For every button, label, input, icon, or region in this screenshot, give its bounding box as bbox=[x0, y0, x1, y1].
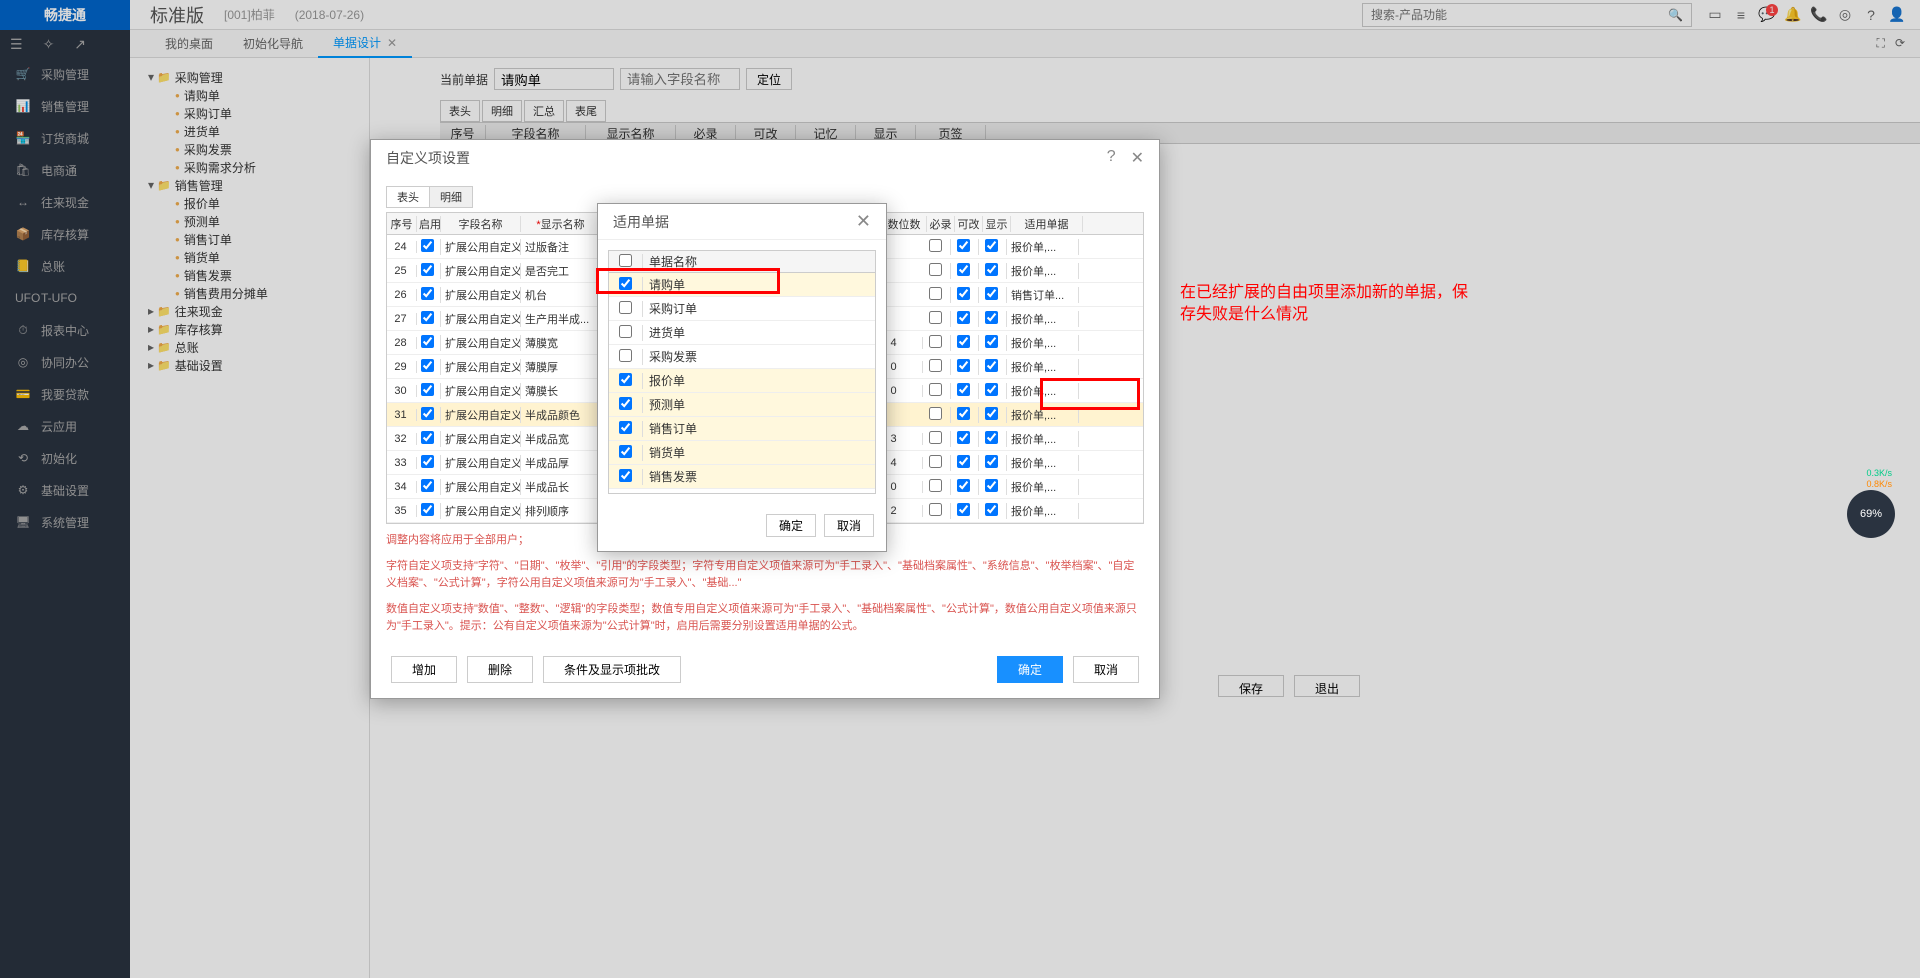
doc-name: 采购订单 bbox=[643, 300, 875, 317]
close-icon[interactable]: ✕ bbox=[856, 211, 871, 232]
table-column-header: 序号 bbox=[387, 216, 417, 232]
row-checkbox[interactable] bbox=[619, 349, 632, 362]
doc-name: 其他应收单 bbox=[643, 492, 875, 493]
modal1-title: 自定义项设置 bbox=[386, 148, 470, 168]
list-row[interactable]: 其他应收单 bbox=[609, 489, 875, 493]
list-row[interactable]: 采购订单 bbox=[609, 297, 875, 321]
list-row[interactable]: 销售订单 bbox=[609, 417, 875, 441]
row-checkbox[interactable] bbox=[619, 469, 632, 482]
mini-tab[interactable]: 明细 bbox=[429, 187, 472, 207]
doc-name: 采购发票 bbox=[643, 348, 875, 365]
table-column-header: 显示 bbox=[983, 216, 1011, 232]
row-checkbox[interactable] bbox=[619, 445, 632, 458]
checkbox-header[interactable] bbox=[609, 254, 643, 270]
doc-name: 预测单 bbox=[643, 396, 875, 413]
apply-doc-modal: 适用单据 ✕ 单据名称 请购单采购订单进货单采购发票报价单预测单销售订单销货单销… bbox=[597, 203, 887, 552]
mini-tab[interactable]: 表头 bbox=[387, 187, 429, 207]
list-row[interactable]: 请购单 bbox=[609, 273, 875, 297]
cancel-button[interactable]: 取消 bbox=[1073, 656, 1139, 683]
doc-name: 进货单 bbox=[643, 324, 875, 341]
tip-text-2: 字符自定义项支持"字符"、"日期"、"枚举"、"引用"的字段类型；字符专用自定义… bbox=[386, 558, 1144, 593]
list-row[interactable]: 报价单 bbox=[609, 369, 875, 393]
modal2-title: 适用单据 bbox=[613, 212, 669, 232]
table-column-header: 字段名称 bbox=[441, 216, 521, 232]
modal2-ok-button[interactable]: 确定 bbox=[766, 514, 816, 537]
row-checkbox[interactable] bbox=[619, 277, 632, 290]
row-checkbox[interactable] bbox=[619, 301, 632, 314]
monitor-speed: 0.3K/s0.8K/s bbox=[1866, 468, 1892, 490]
list-row[interactable]: 销货单 bbox=[609, 441, 875, 465]
table-column-header: *显示名称 bbox=[521, 216, 601, 232]
modal2-cancel-button[interactable]: 取消 bbox=[824, 514, 874, 537]
doc-name: 销售订单 bbox=[643, 420, 875, 437]
doc-name: 销售发票 bbox=[643, 468, 875, 485]
doc-name: 请购单 bbox=[643, 276, 875, 293]
condition-button[interactable]: 条件及显示项批改 bbox=[543, 656, 681, 683]
list-row[interactable]: 进货单 bbox=[609, 321, 875, 345]
close-icon[interactable]: ✕ bbox=[1131, 148, 1144, 168]
list-row[interactable]: 采购发票 bbox=[609, 345, 875, 369]
row-checkbox[interactable] bbox=[619, 373, 632, 386]
monitor-widget[interactable]: 69% bbox=[1847, 490, 1895, 538]
add-button[interactable]: 增加 bbox=[391, 656, 457, 683]
row-checkbox[interactable] bbox=[619, 397, 632, 410]
row-checkbox[interactable] bbox=[619, 421, 632, 434]
row-checkbox[interactable] bbox=[619, 493, 632, 494]
doc-name: 报价单 bbox=[643, 372, 875, 389]
doc-name: 销货单 bbox=[643, 444, 875, 461]
table-column-header: 必录 bbox=[927, 216, 955, 232]
tip-text-3: 数值自定义项支持"数值"、"整数"、"逻辑"的字段类型；数值专用自定义项值来源可… bbox=[386, 601, 1144, 636]
annotation-text: 在已经扩展的自由项里添加新的单据，保存失败是什么情况 bbox=[1180, 282, 1480, 327]
delete-button[interactable]: 删除 bbox=[467, 656, 533, 683]
row-checkbox[interactable] bbox=[619, 325, 632, 338]
ok-button[interactable]: 确定 bbox=[997, 656, 1063, 683]
table-column-header: 适用单据 bbox=[1011, 216, 1083, 232]
table-column-header: 可改 bbox=[955, 216, 983, 232]
table-column-header: 启用 bbox=[417, 216, 441, 232]
list-row[interactable]: 预测单 bbox=[609, 393, 875, 417]
list-row[interactable]: 销售发票 bbox=[609, 465, 875, 489]
doc-name-header: 单据名称 bbox=[643, 253, 875, 270]
help-icon[interactable]: ? bbox=[1107, 148, 1116, 168]
